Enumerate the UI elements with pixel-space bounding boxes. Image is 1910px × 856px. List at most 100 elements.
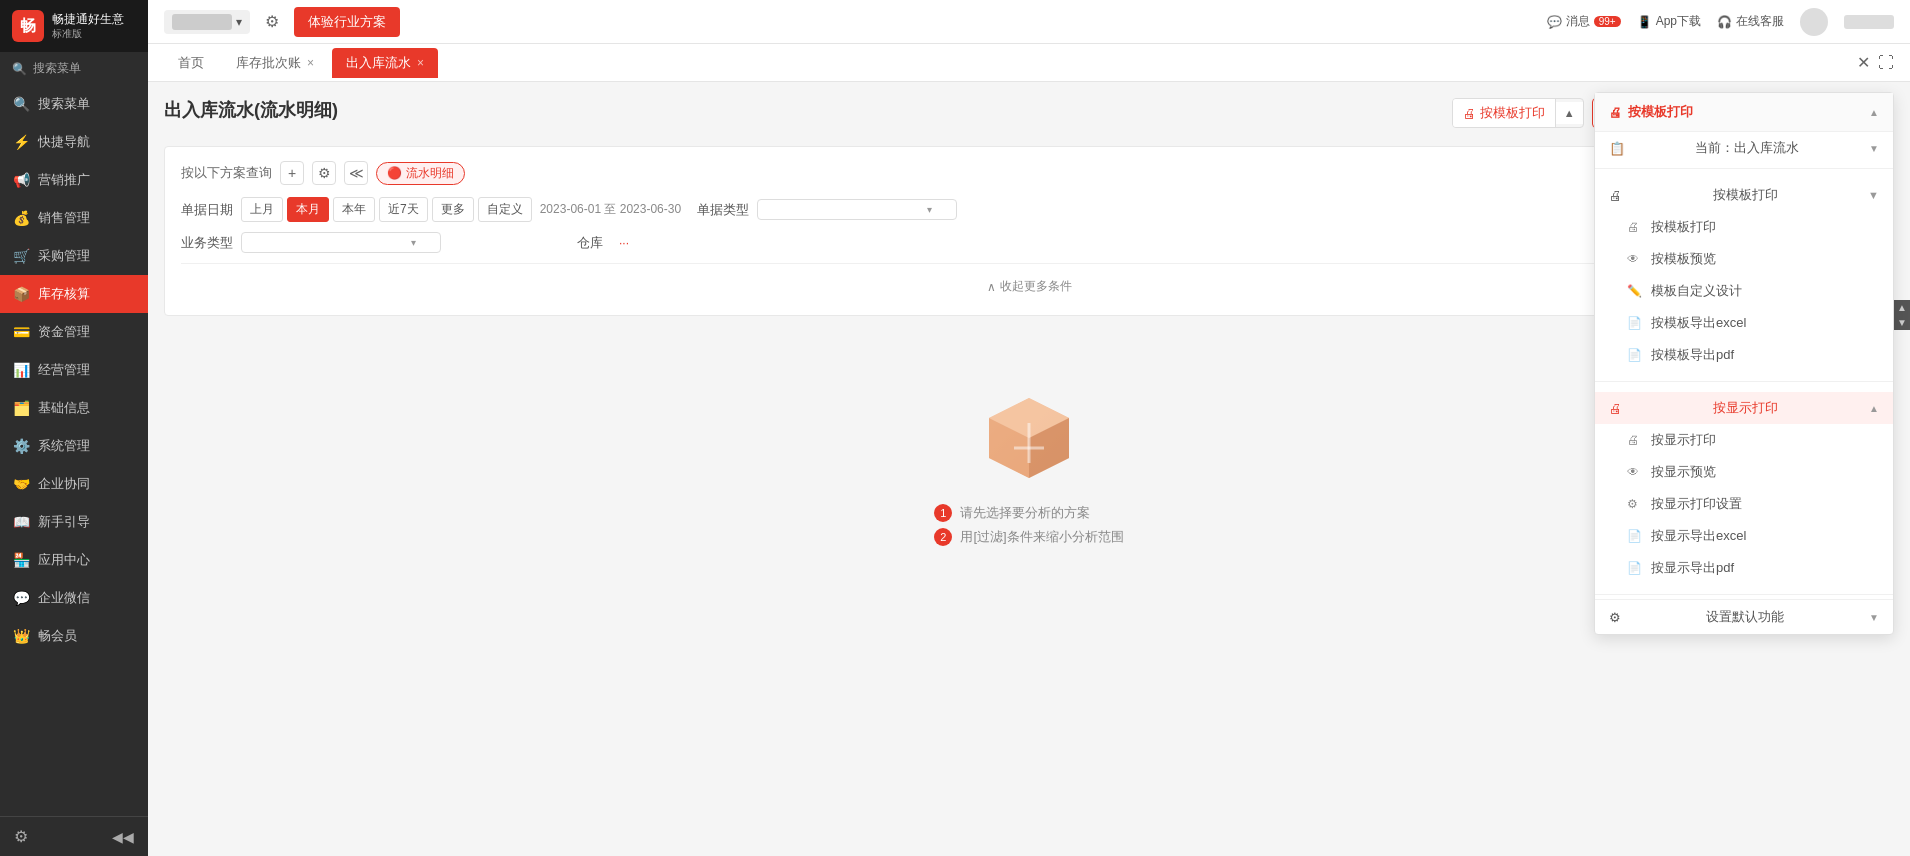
headset-icon: 🎧 bbox=[1717, 15, 1732, 29]
filter-tag-icon: 🔴 bbox=[387, 166, 402, 180]
guide-icon: 📖 bbox=[12, 514, 30, 530]
app-name: 畅捷通好生意 bbox=[52, 11, 124, 28]
app-badge: 标准版 bbox=[52, 27, 124, 41]
template-export-pdf-item[interactable]: 📄 按模板导出pdf bbox=[1595, 339, 1893, 371]
disp-print-icon: 🖨 bbox=[1627, 433, 1643, 447]
sidebar-item-label-purchase: 采购管理 bbox=[38, 247, 90, 265]
template-print-item[interactable]: 🖨 按模板打印 bbox=[1595, 211, 1893, 243]
template-export-excel-item[interactable]: 📄 按模板导出excel bbox=[1595, 307, 1893, 339]
sidebar-item-marketing[interactable]: 📢营销推广 bbox=[0, 161, 148, 199]
sidebar-item-finance[interactable]: 💳资金管理 bbox=[0, 313, 148, 351]
sidebar-item-appstore[interactable]: 🏪应用中心 bbox=[0, 541, 148, 579]
dropdown-arrow-icon: ▾ bbox=[236, 15, 242, 29]
maximize-window-btn[interactable]: ⛶ bbox=[1878, 54, 1894, 72]
sidebar-item-system[interactable]: ⚙️系统管理 bbox=[0, 427, 148, 465]
display-export-pdf-item[interactable]: 📄 按显示导出pdf bbox=[1595, 552, 1893, 584]
warehouse-more-btn[interactable]: ··· bbox=[611, 233, 637, 253]
empty-step-1: 1 请先选择要分析的方案 bbox=[934, 504, 1123, 522]
sidebar-item-quick-nav[interactable]: ⚡快捷导航 bbox=[0, 123, 148, 161]
display-collapse-icon: ▲ bbox=[1869, 403, 1879, 414]
sidebar-item-guide[interactable]: 📖新手引导 bbox=[0, 503, 148, 541]
filter-tag-flow[interactable]: 🔴 流水明细 bbox=[376, 162, 465, 185]
tpl-print-label: 按模板打印 bbox=[1651, 218, 1716, 236]
sidebar-item-label-appstore: 应用中心 bbox=[38, 551, 90, 569]
user-avatar[interactable] bbox=[1800, 8, 1828, 36]
display-export-excel-item[interactable]: 📄 按显示导出excel bbox=[1595, 520, 1893, 552]
current-month-btn[interactable]: 本月 bbox=[287, 197, 329, 222]
filter-tags: 🔴 流水明细 bbox=[376, 162, 465, 185]
filter-collapse-left-btn[interactable]: ≪ bbox=[344, 161, 368, 185]
sidebar-item-wechat[interactable]: 💬企业微信 bbox=[0, 579, 148, 617]
filter-tag-label: 流水明细 bbox=[406, 165, 454, 182]
user-selector[interactable]: ▾ bbox=[164, 10, 250, 34]
message-btn[interactable]: 💬 消息 99+ bbox=[1547, 13, 1621, 30]
sidebar-item-operations[interactable]: 📊经营管理 bbox=[0, 351, 148, 389]
tpl-excel-label: 按模板导出excel bbox=[1651, 314, 1746, 332]
sidebar-item-label-enterprise: 企业协同 bbox=[38, 475, 90, 493]
tab-flow-label: 出入库流水 bbox=[346, 54, 411, 72]
search-icon: 🔍 bbox=[12, 96, 30, 112]
display-print-icon: 🖨 bbox=[1609, 401, 1622, 416]
tab-batch-close[interactable]: × bbox=[307, 56, 314, 70]
doc-type-select[interactable]: ▾ bbox=[757, 199, 957, 220]
user-name bbox=[1844, 15, 1894, 29]
filter-add-btn[interactable]: + bbox=[280, 161, 304, 185]
step1-label: 请先选择要分析的方案 bbox=[960, 504, 1090, 522]
tab-batch-label: 库存批次账 bbox=[236, 54, 301, 72]
print-template-btn[interactable]: 🖨 按模板打印 bbox=[1453, 99, 1556, 127]
tabs-bar: 首页 库存批次账 × 出入库流水 × ✕ ⛶ bbox=[148, 44, 1910, 82]
display-section-header[interactable]: 🖨 按显示打印 ▲ bbox=[1595, 392, 1893, 424]
prev-month-btn[interactable]: 上月 bbox=[241, 197, 283, 222]
sidebar-item-inventory[interactable]: 📦库存核算 bbox=[0, 275, 148, 313]
sidebar-search[interactable]: 🔍 搜索菜单 bbox=[0, 52, 148, 85]
tab-flow-close[interactable]: × bbox=[417, 56, 424, 70]
sidebar-collapse-icon[interactable]: ◀◀ bbox=[112, 829, 134, 845]
template-custom-item[interactable]: ✏️ 模板自定义设计 bbox=[1595, 275, 1893, 307]
sidebar-item-sales[interactable]: 💰销售管理 bbox=[0, 199, 148, 237]
online-service-btn[interactable]: 🎧 在线客服 bbox=[1717, 13, 1784, 30]
tab-flow[interactable]: 出入库流水 × bbox=[332, 48, 438, 78]
display-preview-item[interactable]: 👁 按显示预览 bbox=[1595, 456, 1893, 488]
vip-icon: 👑 bbox=[12, 628, 30, 644]
dropdown-collapse-icon[interactable]: ▲ bbox=[1869, 107, 1879, 118]
sidebar-settings-icon[interactable]: ⚙ bbox=[14, 827, 28, 846]
sidebar-item-label-sales: 销售管理 bbox=[38, 209, 90, 227]
industry-btn[interactable]: 体验行业方案 bbox=[294, 7, 400, 37]
sidebar-navigation: 🔍搜索菜单⚡快捷导航📢营销推广💰销售管理🛒采购管理📦库存核算💳资金管理📊经营管理… bbox=[0, 85, 148, 816]
display-print-item[interactable]: 🖨 按显示打印 bbox=[1595, 424, 1893, 456]
sidebar-item-purchase[interactable]: 🛒采购管理 bbox=[0, 237, 148, 275]
app-download-btn[interactable]: 📱 App下载 bbox=[1637, 13, 1701, 30]
date-shortcuts: 上月 本月 本年 近7天 更多 自定义 bbox=[241, 197, 532, 222]
divider-2 bbox=[1595, 381, 1893, 382]
template-section-header[interactable]: 🖨 按模板打印 ▼ bbox=[1595, 179, 1893, 211]
sidebar-item-basic[interactable]: 🗂️基础信息 bbox=[0, 389, 148, 427]
step2-label: 用[过滤]条件来缩小分析范围 bbox=[960, 528, 1123, 546]
message-icon: 💬 bbox=[1547, 15, 1562, 29]
divider-3 bbox=[1595, 594, 1893, 595]
quick-nav-icon: ⚡ bbox=[12, 134, 30, 150]
custom-date-btn[interactable]: 自定义 bbox=[478, 197, 532, 222]
print-dropdown-toggle[interactable]: ▲ bbox=[1556, 102, 1583, 124]
sidebar-item-search[interactable]: 🔍搜索菜单 bbox=[0, 85, 148, 123]
tab-home-label: 首页 bbox=[178, 54, 204, 72]
display-section: 🖨 按显示打印 ▲ 🖨 按显示打印 👁 按显示预览 ⚙ 按显示打印设置 📄 按显… bbox=[1595, 386, 1893, 590]
sidebar-item-label-wechat: 企业微信 bbox=[38, 589, 90, 607]
current-year-btn[interactable]: 本年 bbox=[333, 197, 375, 222]
template-preview-item[interactable]: 👁 按模板预览 bbox=[1595, 243, 1893, 275]
sidebar-item-vip[interactable]: 👑畅会员 bbox=[0, 617, 148, 655]
sidebar-item-enterprise[interactable]: 🤝企业协同 bbox=[0, 465, 148, 503]
display-settings-item[interactable]: ⚙ 按显示打印设置 bbox=[1595, 488, 1893, 520]
tab-home[interactable]: 首页 bbox=[164, 48, 218, 78]
topbar-gear-btn[interactable]: ⚙ bbox=[258, 8, 286, 36]
default-function-btn[interactable]: ⚙ 设置默认功能 ▼ bbox=[1595, 599, 1893, 634]
filter-settings-btn[interactable]: ⚙ bbox=[312, 161, 336, 185]
close-window-btn[interactable]: ✕ bbox=[1857, 53, 1870, 72]
print-dropdown-panel: 🖨 按模板打印 ▲ 📋 当前：出入库流水 ▼ 🖨 按模板打印 ▼ 🖨 按模板打印 bbox=[1594, 92, 1894, 635]
more-date-btn[interactable]: 更多 bbox=[432, 197, 474, 222]
disp-excel-icon: 📄 bbox=[1627, 529, 1643, 543]
7days-btn[interactable]: 近7天 bbox=[379, 197, 428, 222]
tab-batch[interactable]: 库存批次账 × bbox=[222, 48, 328, 78]
warehouse-more-icon: ··· bbox=[619, 236, 629, 250]
current-report-selector[interactable]: 📋 当前：出入库流水 ▼ bbox=[1595, 132, 1893, 164]
biz-type-select[interactable]: ▾ bbox=[241, 232, 441, 253]
